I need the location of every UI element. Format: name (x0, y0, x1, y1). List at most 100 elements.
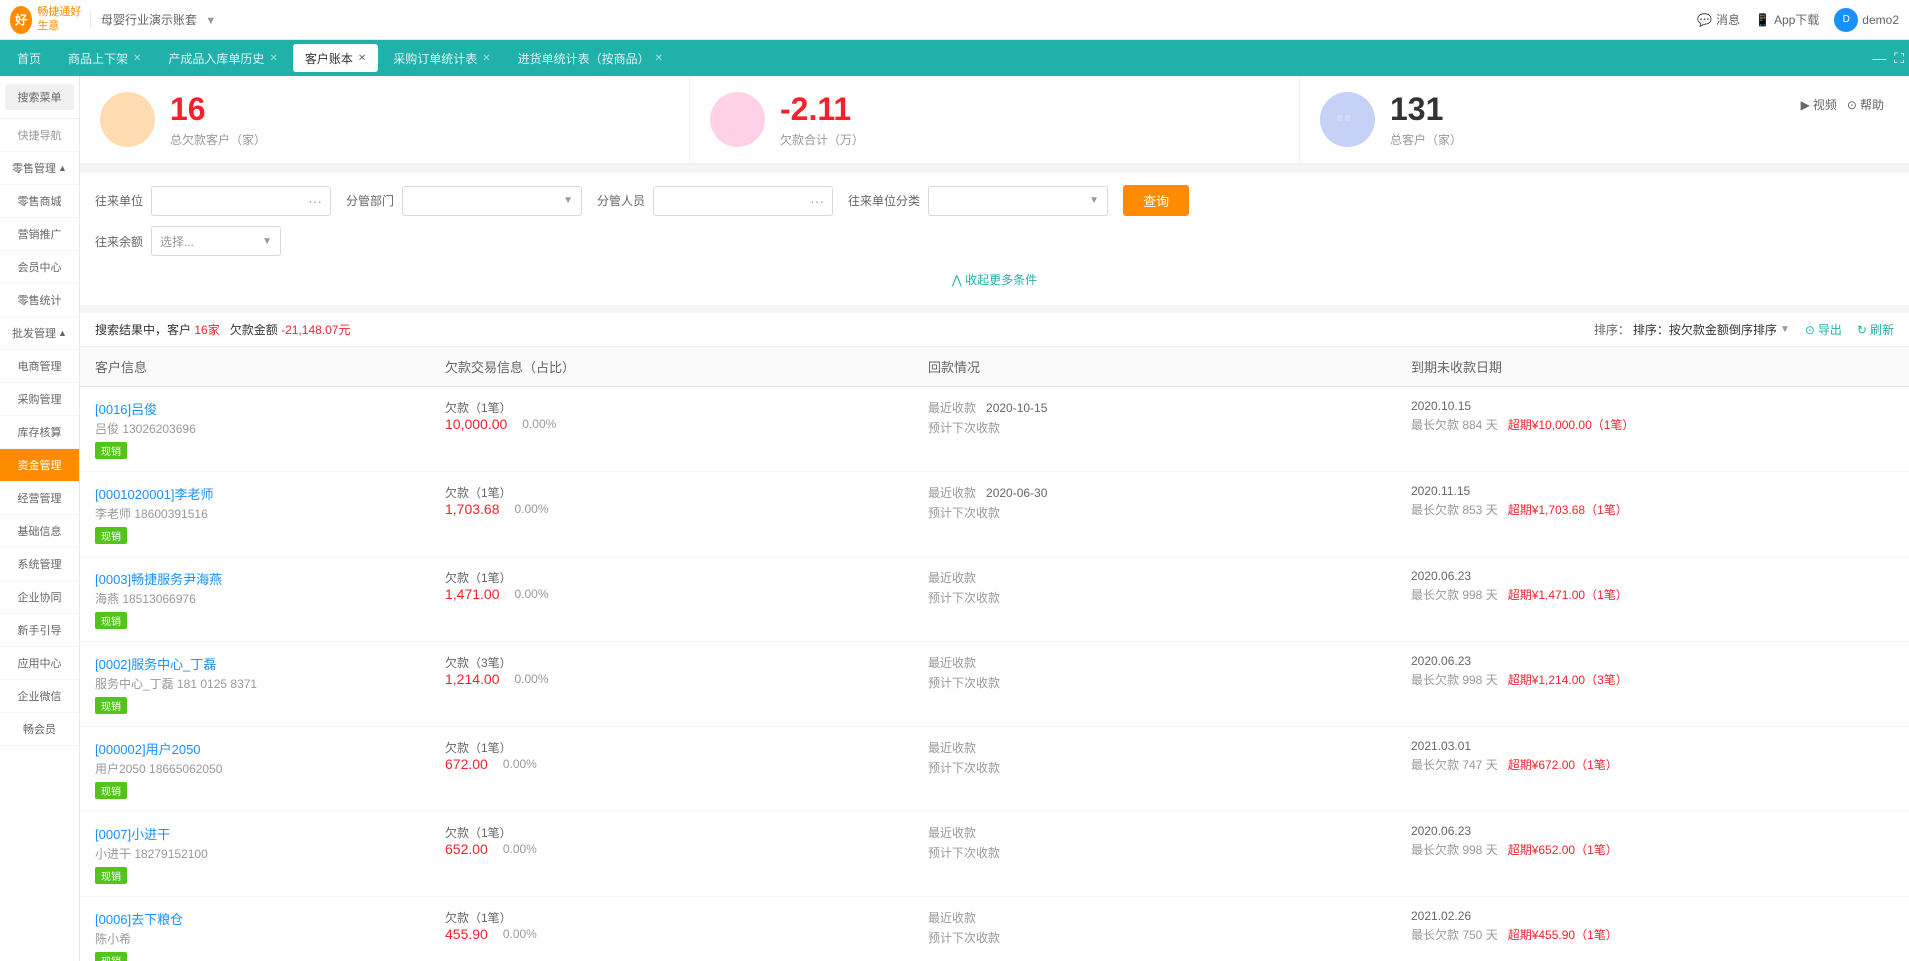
sidebar-item-inventory[interactable]: 库存核算 (0, 416, 79, 449)
table-row: [0003]畅捷服务尹海燕 海燕 18513066976 现销 欠款（1笔） 1… (80, 557, 1909, 642)
debt-amount[interactable]: 1,214.00 (445, 671, 500, 687)
due-date-cell: 2020.10.15 最长欠款 884 天 超期¥10,000.00（1笔） (1411, 399, 1894, 433)
overdue-link[interactable]: 超期¥1,214.00（3笔） (1508, 671, 1628, 688)
sidebar-item-new-guide[interactable]: 新手引导 (0, 614, 79, 647)
debt-count: 欠款（1笔） (445, 824, 928, 841)
tab-close-purchase-order[interactable]: ✕ (482, 53, 490, 64)
refresh-btn[interactable]: ↻ 刷新 (1857, 321, 1894, 338)
tab-product-history[interactable]: 产成品入库单历史 ✕ (156, 44, 289, 72)
unit-class-input[interactable]: ▼ (928, 186, 1108, 216)
table-row: [0006]去下粮仓 陈小希 现销 欠款（1笔） 455.90 0.00% 最近… (80, 897, 1909, 961)
debt-amount[interactable]: 672.00 (445, 756, 488, 772)
customer-name[interactable]: [000002]用户2050 (95, 739, 445, 758)
tab-purchase-order[interactable]: 采购订单统计表 ✕ (381, 44, 502, 72)
tab-home[interactable]: 首页 (5, 44, 53, 72)
sidebar-item-basic-info[interactable]: 基础信息 (0, 515, 79, 548)
person-input[interactable]: ··· (653, 186, 833, 216)
overdue-link[interactable]: 超期¥1,471.00（1笔） (1508, 586, 1628, 603)
last-payment-label: 最近收款 (928, 399, 976, 416)
debt-amount[interactable]: 1,703.68 (445, 501, 500, 517)
sidebar-item-retail-stats[interactable]: 零售统计 (0, 284, 79, 317)
source-unit-label: 往来单位 (95, 192, 143, 209)
due-date: 2020.10.15 (1411, 399, 1894, 413)
debt-amount[interactable]: 455.90 (445, 926, 488, 942)
overdue-days: 最长欠款 884 天 (1411, 416, 1498, 433)
debt-count: 欠款（1笔） (445, 399, 928, 416)
debt-info-cell: 欠款（1笔） 10,000.00 0.00% (445, 399, 928, 432)
source-unit-input[interactable]: ··· (151, 186, 331, 216)
tab-close-stock-stats[interactable]: ✕ (655, 53, 663, 64)
help-btn[interactable]: ⊙ 帮助 (1847, 96, 1884, 113)
sidebar-item-enterprise[interactable]: 企业协同 (0, 581, 79, 614)
customer-name[interactable]: [0006]去下粮仓 (95, 909, 445, 928)
tab-close-product-offline[interactable]: ✕ (133, 53, 141, 64)
customer-name[interactable]: [0007]小进干 (95, 824, 445, 843)
sidebar-item-enterprise-wx[interactable]: 企业微信 (0, 680, 79, 713)
col-collection: 回款情况 (928, 357, 1411, 376)
customer-contact: 海燕 18513066976 (95, 590, 445, 607)
due-date: 2021.02.26 (1411, 909, 1894, 923)
col-due-date: 到期未收款日期 (1411, 357, 1894, 376)
tab-customer-account[interactable]: 客户账本 ✕ (293, 44, 378, 72)
overdue-link[interactable]: 超期¥1,703.68（1笔） (1508, 501, 1628, 518)
export-btn[interactable]: ⊙ 导出 (1805, 321, 1842, 338)
video-btn[interactable]: ▶ 视频 (1801, 96, 1837, 113)
last-payment-label: 最近收款 (928, 569, 976, 586)
sidebar-item-sys-mgmt[interactable]: 系统管理 (0, 548, 79, 581)
overdue-link[interactable]: 超期¥652.00（1笔） (1508, 841, 1618, 858)
sidebar-item-ops-mgmt[interactable]: 经营管理 (0, 482, 79, 515)
sidebar-item-retail-mgmt[interactable]: 零售管理 ▲ (0, 152, 79, 185)
results-header: 搜索结果中，客户 16家 欠款金额 -21,148.07元 排序： 排序：按欠款… (80, 313, 1909, 347)
debt-amount[interactable]: 1,471.00 (445, 586, 500, 602)
sidebar-item-capital-mgmt[interactable]: 资金管理 (0, 449, 79, 482)
app-download-btn[interactable]: 📱 App下载 (1755, 11, 1819, 28)
collapse-row[interactable]: ⋀ 收起更多条件 (95, 266, 1894, 293)
sidebar-item-batch-mgmt[interactable]: 批发管理 ▲ (0, 317, 79, 350)
sidebar-item-marketing[interactable]: 营销推广 (0, 218, 79, 251)
customer-info-cell: [0016]吕俊 吕俊 13026203696 现销 (95, 399, 445, 459)
customer-name[interactable]: [0002]服务中心_丁磊 (95, 654, 445, 673)
user-menu[interactable]: D demo2 (1834, 8, 1899, 32)
customer-name[interactable]: [0001020001]李老师 (95, 484, 445, 503)
overdue-link[interactable]: 超期¥10,000.00（1笔） (1508, 416, 1635, 433)
customer-tag: 现销 (95, 442, 127, 459)
sidebar-item-member-vip[interactable]: 畅会员 (0, 713, 79, 746)
due-date-cell: 2020.06.23 最长欠款 998 天 超期¥652.00（1笔） (1411, 824, 1894, 858)
sidebar-item-ecom-mgmt[interactable]: 电商管理 (0, 350, 79, 383)
tab-minimize-btn[interactable]: — (1872, 50, 1886, 67)
tab-close-product-history[interactable]: ✕ (269, 53, 277, 64)
svg-text:¥: ¥ (119, 110, 131, 130)
tab-stock-stats[interactable]: 进货单统计表（按商品） ✕ (506, 44, 675, 72)
tab-maximize-btn[interactable]: ⛶ (1894, 50, 1904, 67)
debt-amount[interactable]: 10,000.00 (445, 416, 507, 432)
sidebar-item-app-center[interactable]: 应用中心 (0, 647, 79, 680)
stat-icon-building (1320, 92, 1375, 147)
table-header: 客户信息 欠款交易信息（占比） 回款情况 到期未收款日期 (80, 347, 1909, 387)
dept-arrow: ▼ (563, 195, 573, 206)
overdue-link[interactable]: 超期¥455.90（1笔） (1508, 926, 1618, 943)
overdue-link[interactable]: 超期¥672.00（1笔） (1508, 756, 1618, 773)
sidebar-item-purchase-mgmt[interactable]: 采购管理 (0, 383, 79, 416)
debt-count: 欠款（1笔） (445, 569, 928, 586)
due-date-cell: 2021.03.01 最长欠款 747 天 超期¥672.00（1笔） (1411, 739, 1894, 773)
sidebar-item-member-center[interactable]: 会员中心 (0, 251, 79, 284)
customer-name[interactable]: [0016]吕俊 (95, 399, 445, 418)
dept-input[interactable]: ▼ (402, 186, 582, 216)
search-menu-btn[interactable]: 搜索菜单 (5, 84, 74, 110)
tab-close-customer-account[interactable]: ✕ (358, 53, 366, 64)
sidebar-item-retail-mall[interactable]: 零售商城 (0, 185, 79, 218)
overdue-days: 最长欠款 747 天 (1411, 756, 1498, 773)
balance-select[interactable]: 选择... ▼ (151, 226, 281, 256)
tab-product-offline[interactable]: 商品上下架 ✕ (56, 44, 153, 72)
customer-name[interactable]: [0003]畅捷服务尹海燕 (95, 569, 445, 588)
sort-select[interactable]: 排序： 排序：按欠款金额倒序排序 ▼ (1594, 321, 1790, 338)
overdue-days: 最长欠款 998 天 (1411, 586, 1498, 603)
filter-area: 往来单位 ··· 分管部门 ▼ 分管人员 (80, 173, 1909, 305)
debt-amount[interactable]: 652.00 (445, 841, 488, 857)
last-payment-label: 最近收款 (928, 484, 976, 501)
stat-label-debt-customers: 总欠款客户（家） (170, 131, 669, 148)
tab-bar: 首页 商品上下架 ✕ 产成品入库单历史 ✕ 客户账本 ✕ 采购订单统计表 ✕ 进… (0, 40, 1909, 76)
search-button[interactable]: 查询 (1123, 185, 1189, 216)
message-btn[interactable]: 💬 消息 (1697, 11, 1740, 28)
balance-label: 往来余额 (95, 233, 143, 250)
